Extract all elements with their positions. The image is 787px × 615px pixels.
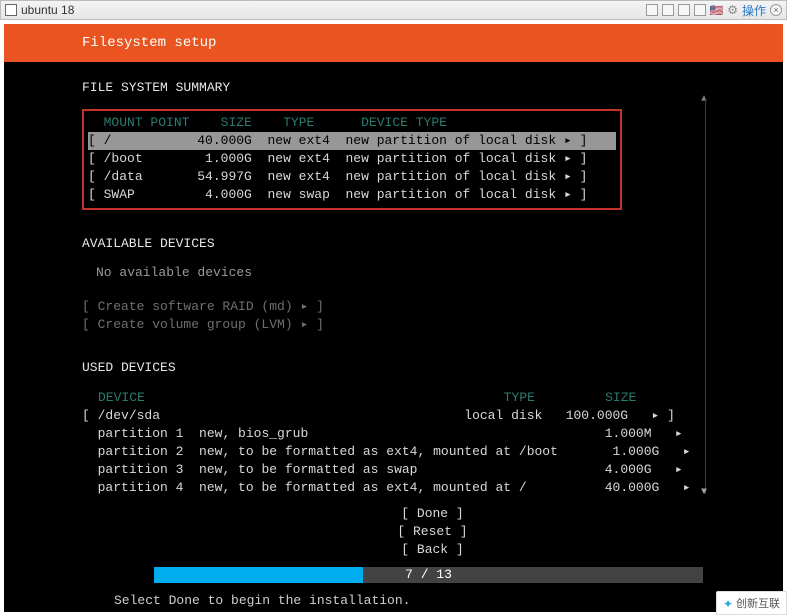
fs-row-root[interactable]: [ / 40.000G new ext4 new partition of lo…: [88, 132, 616, 150]
fs-summary-title: FILE SYSTEM SUMMARY: [82, 80, 783, 95]
fs-summary-highlight: MOUNT POINT SIZE TYPE DEVICE TYPE [ / 40…: [82, 109, 622, 210]
close-icon[interactable]: ×: [770, 4, 782, 16]
ops-menu[interactable]: 操作: [742, 2, 766, 19]
available-none: No available devices: [96, 265, 783, 280]
button-group: [ Done ] [ Reset ] [ Back ]: [82, 505, 783, 559]
chevron-right-icon: ▸: [564, 169, 572, 184]
installer-screen: Filesystem setup ▲ ▼ FILE SYSTEM SUMMARY…: [4, 24, 783, 612]
back-button[interactable]: [ Back ]: [82, 541, 783, 559]
wc-2[interactable]: [662, 4, 674, 16]
chevron-right-icon: ▸: [564, 187, 572, 202]
done-button[interactable]: [ Done ]: [82, 505, 783, 523]
wc-4[interactable]: [694, 4, 706, 16]
partition-row[interactable]: partition 1 new, bios_grub 1.000M ▸: [82, 425, 783, 443]
scroll-down-icon[interactable]: ▼: [701, 487, 707, 498]
used-columns: DEVICE TYPE SIZE: [98, 389, 783, 407]
scroll-track[interactable]: [705, 98, 706, 494]
wc-1[interactable]: [646, 4, 658, 16]
watermark-icon: ✦: [723, 597, 733, 611]
fs-columns: MOUNT POINT SIZE TYPE DEVICE TYPE: [88, 114, 616, 132]
chevron-right-icon: ▸: [564, 133, 572, 148]
chevron-right-icon: ▸: [564, 151, 572, 166]
page-title: Filesystem setup: [82, 35, 216, 51]
disk-row[interactable]: [ /dev/sda local disk 100.000G ▸ ]: [82, 407, 783, 425]
watermark-text: 创新互联: [736, 595, 780, 611]
available-title: AVAILABLE DEVICES: [82, 236, 783, 251]
fs-row-swap[interactable]: [ SWAP 4.000G new swap new partition of …: [88, 186, 616, 204]
watermark: ✦ 创新互联: [716, 591, 787, 615]
partition-row[interactable]: partition 2 new, to be formatted as ext4…: [82, 443, 783, 461]
fs-row-data[interactable]: [ /data 54.997G new ext4 new partition o…: [88, 168, 616, 186]
progress-bar: 7 / 13: [154, 567, 703, 583]
scroll-up-icon[interactable]: ▲: [701, 94, 707, 105]
scrollbar[interactable]: ▲ ▼: [702, 98, 709, 494]
vm-app-icon: [5, 4, 17, 16]
installer-header: Filesystem setup: [4, 24, 783, 62]
partition-row[interactable]: partition 3 new, to be formatted as swap…: [82, 461, 783, 479]
gear-icon[interactable]: ⚙: [727, 3, 738, 17]
wc-3[interactable]: [678, 4, 690, 16]
footer-hint: Select Done to begin the installation.: [114, 593, 783, 608]
create-lvm: [ Create volume group (LVM) ▸ ]: [82, 316, 783, 334]
reset-button[interactable]: [ Reset ]: [82, 523, 783, 541]
locale-flag-icon: 🇺🇸: [710, 4, 724, 17]
vm-titlebar: ubuntu 18 🇺🇸 ⚙ 操作 ×: [0, 0, 787, 20]
progress-label: 7 / 13: [154, 567, 703, 583]
partition-row[interactable]: partition 4 new, to be formatted as ext4…: [82, 479, 783, 497]
used-title: USED DEVICES: [82, 360, 783, 375]
vm-title: ubuntu 18: [21, 3, 74, 17]
fs-row-boot[interactable]: [ /boot 1.000G new ext4 new partition of…: [88, 150, 616, 168]
create-raid: [ Create software RAID (md) ▸ ]: [82, 298, 783, 316]
window-controls: 🇺🇸 ⚙ 操作 ×: [646, 2, 782, 19]
